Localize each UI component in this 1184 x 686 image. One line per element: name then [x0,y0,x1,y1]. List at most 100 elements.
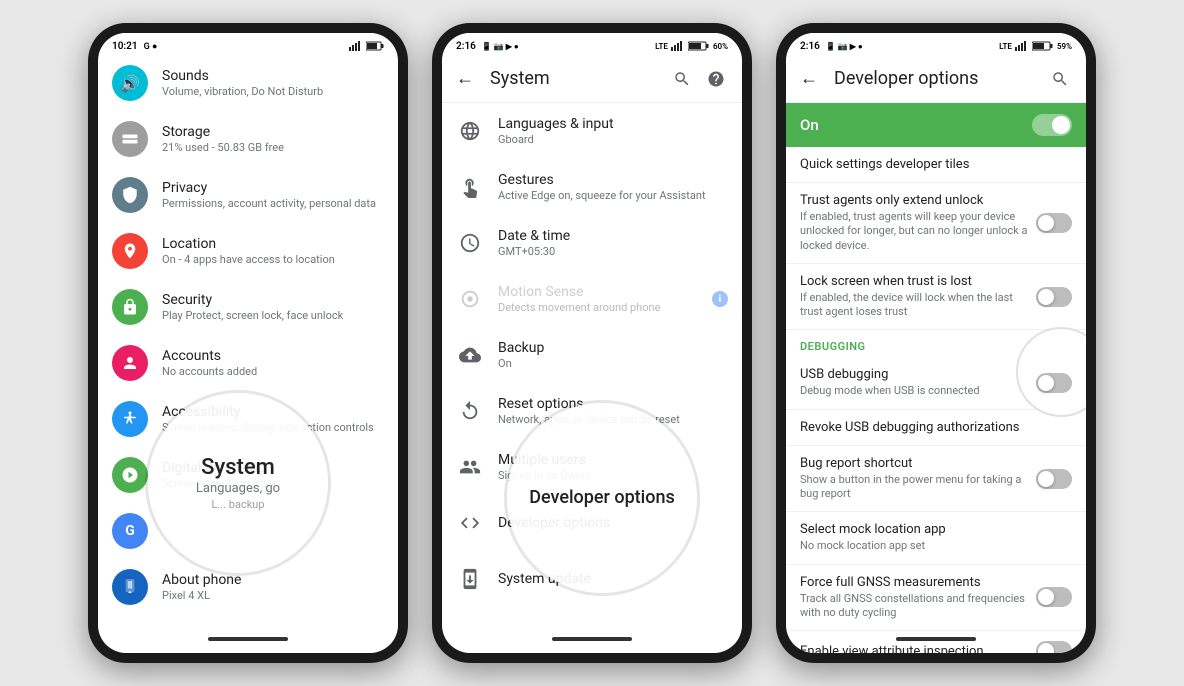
storage-label: Storage [162,124,384,140]
lock-screen-trust-label: Lock screen when trust is lost [800,274,1028,289]
dev-trust-agents[interactable]: Trust agents only extend unlock If enabl… [786,183,1086,264]
settings-item-digital-wellbeing[interactable]: Digital Wellbeing Screen time, Wind Down [98,447,398,503]
dev-gnss[interactable]: Force full GNSS measurements Track all G… [786,565,1086,632]
sounds-icon: 🔊 [112,65,148,101]
dev-on-toggle[interactable] [1032,114,1072,136]
location-sub: On - 4 apps have access to location [162,253,384,266]
system-item-gestures[interactable]: Gestures Active Edge on, squeeze for you… [442,159,742,215]
motion-icon [456,285,484,313]
dev-usb-debugging[interactable]: USB debugging Debug mode when USB is con… [786,357,1086,409]
bug-report-knob [1038,471,1054,487]
system-item-update[interactable]: System update [442,551,742,607]
settings-item-location[interactable]: Location On - 4 apps have access to loca… [98,223,398,279]
dev-on-knob [1052,116,1070,134]
status-icons-3: 📱 📷 ▶ ● [826,42,863,51]
back-button-2[interactable]: ← [456,68,474,89]
system-item-languages[interactable]: Languages & input Gboard [442,103,742,159]
reset-sub: Network, apps, or device can be reset [498,413,728,426]
usb-debugging-toggle[interactable] [1036,373,1072,393]
usb-debugging-label: USB debugging [800,367,1028,382]
system-item-motion[interactable]: Motion Sense Detects movement around pho… [442,271,742,327]
datetime-sub: GMT+05:30 [498,245,728,258]
dev-on-label: On [800,116,819,134]
motion-sub: Detects movement around phone [498,301,712,314]
motion-badge: i [712,291,728,307]
privacy-icon [112,177,148,213]
settings-item-privacy[interactable]: Privacy Permissions, account activity, p… [98,167,398,223]
users-sub: Signed in as Owner [498,469,728,482]
time-3: 2:16 [800,41,820,52]
about-sub: Pixel 4 XL [162,589,384,602]
dev-on-bar[interactable]: On [786,103,1086,147]
mock-location-label: Select mock location app [800,522,1064,537]
reset-label: Reset options [498,396,728,412]
lte-label-2: LTE [655,42,668,51]
battery-icon-1 [366,41,384,51]
dev-lock-screen-trust[interactable]: Lock screen when trust is lost If enable… [786,264,1086,331]
search-button-2[interactable] [670,67,694,91]
gestures-sub: Active Edge on, squeeze for your Assista… [498,189,728,202]
dev-mock-location[interactable]: Select mock location app No mock locatio… [786,512,1086,564]
developer-label: Developer options [498,515,728,531]
security-icon [112,289,148,325]
signal-battery-2: LTE 60% [655,41,728,51]
settings-item-storage[interactable]: Storage 21% used - 50.83 GB free [98,111,398,167]
system-item-backup[interactable]: Backup On [442,327,742,383]
languages-label: Languages & input [498,116,728,132]
back-button-3[interactable]: ← [800,68,818,89]
settings-item-security[interactable]: Security Play Protect, screen lock, face… [98,279,398,335]
system-item-datetime[interactable]: Date & time GMT+05:30 [442,215,742,271]
view-attr-knob [1038,643,1054,653]
trust-agents-toggle[interactable] [1036,213,1072,233]
debugging-section-header: DEBUGGING [786,330,1086,357]
settings-item-google[interactable]: G [98,503,398,559]
languages-icon [456,117,484,145]
system-item-users[interactable]: Multiple users Signed in as Owner [442,439,742,495]
search-button-3[interactable] [1048,67,1072,91]
status-bar-1: 10:21 G ● [98,33,398,55]
app-bar-2: ← System [442,55,742,103]
trust-agents-knob [1038,215,1054,231]
dev-bug-report[interactable]: Bug report shortcut Show a button in the… [786,446,1086,513]
about-icon [112,569,148,605]
settings-item-accessibility[interactable]: Accessibility Screen readers, display, i… [98,391,398,447]
lock-screen-trust-toggle[interactable] [1036,287,1072,307]
motion-label: Motion Sense [498,284,712,300]
accounts-sub: No accounts added [162,365,384,378]
sounds-sub: Volume, vibration, Do Not Disturb [162,85,384,98]
status-bar-2: 2:16 📱 📷 ▶ ● LTE [442,33,742,55]
bug-report-label: Bug report shortcut [800,456,1028,471]
signal-icon-2 [671,41,685,51]
datetime-label: Date & time [498,228,728,244]
system-item-reset[interactable]: Reset options Network, apps, or device c… [442,383,742,439]
help-button-2[interactable] [704,67,728,91]
dev-revoke-usb[interactable]: Revoke USB debugging authorizations [786,410,1086,446]
digital-wellbeing-icon [112,457,148,493]
gnss-label: Force full GNSS measurements [800,575,1028,590]
gnss-toggle[interactable] [1036,587,1072,607]
accessibility-label: Accessibility [162,404,384,420]
storage-icon [112,121,148,157]
gnss-sub: Track all GNSS constellations and freque… [800,592,1028,621]
update-label: System update [498,571,728,587]
settings-item-accounts[interactable]: Accounts No accounts added [98,335,398,391]
system-item-developer[interactable]: Developer options [442,495,742,551]
users-label: Multiple users [498,452,728,468]
view-attr-toggle[interactable] [1036,641,1072,653]
usb-debugging-sub: Debug mode when USB is connected [800,384,1028,398]
dev-view-attr[interactable]: Enable view attribute inspection [786,631,1086,653]
update-icon [456,565,484,593]
time-1: 10:21 [112,41,138,52]
sounds-label: Sounds [162,68,384,84]
settings-item-sounds[interactable]: 🔊 Sounds Volume, vibration, Do Not Distu… [98,55,398,111]
bug-report-toggle[interactable] [1036,469,1072,489]
dev-quick-settings[interactable]: Quick settings developer tiles [786,147,1086,183]
nav-bar-1 [208,637,288,641]
battery-pct-3: 59% [1057,42,1072,51]
accounts-label: Accounts [162,348,384,364]
usb-debugging-knob [1038,375,1054,391]
settings-item-about[interactable]: About phone Pixel 4 XL [98,559,398,605]
status-icons-2: 📱 📷 ▶ ● [482,42,519,51]
app-bar-title-3: Developer options [834,68,1048,89]
developer-icon [456,509,484,537]
